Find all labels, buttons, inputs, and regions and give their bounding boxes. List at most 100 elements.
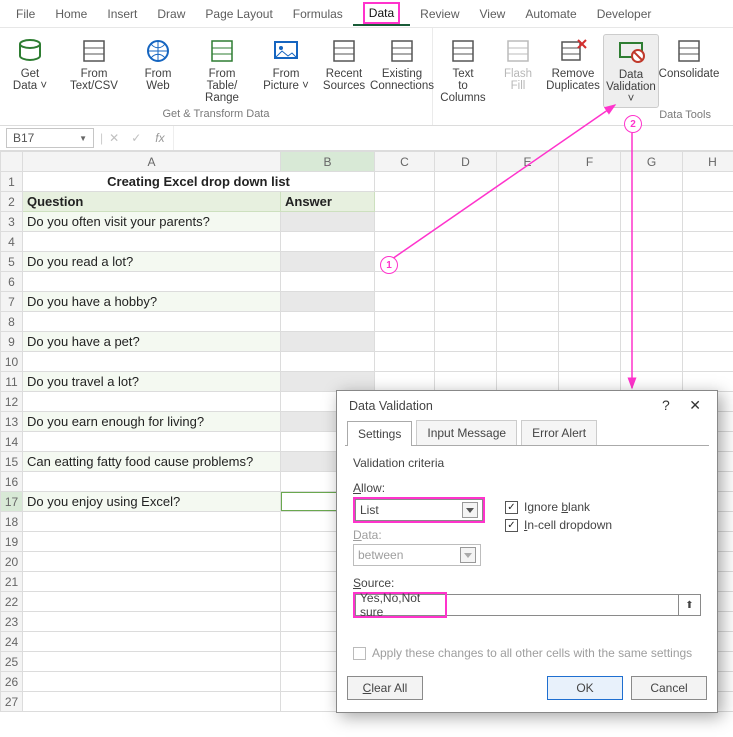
- cell[interactable]: [435, 312, 497, 332]
- name-box[interactable]: B17 ▼: [6, 128, 94, 148]
- row-header[interactable]: 23: [1, 612, 23, 632]
- cell[interactable]: [23, 672, 281, 692]
- cell[interactable]: [621, 372, 683, 392]
- col-header[interactable]: F: [559, 152, 621, 172]
- cell[interactable]: [683, 272, 733, 292]
- dialog-titlebar[interactable]: Data Validation ? ✕: [337, 391, 717, 420]
- row-header[interactable]: 17: [1, 492, 23, 512]
- help-icon[interactable]: ?: [654, 397, 678, 413]
- cell[interactable]: [281, 212, 375, 232]
- cell[interactable]: [23, 352, 281, 372]
- cell[interactable]: [23, 312, 281, 332]
- allow-combo[interactable]: List: [355, 499, 483, 521]
- tab-review[interactable]: Review: [410, 3, 469, 25]
- clear-all-button[interactable]: Clear All: [347, 676, 423, 700]
- cell[interactable]: Do you travel a lot?: [23, 372, 281, 392]
- row-header[interactable]: 2: [1, 192, 23, 212]
- col-header[interactable]: A: [23, 152, 281, 172]
- cell[interactable]: [559, 232, 621, 252]
- ribbon-consolidate[interactable]: Consolidate: [661, 34, 717, 82]
- cell[interactable]: [375, 212, 435, 232]
- cell[interactable]: [281, 372, 375, 392]
- row-header[interactable]: 25: [1, 652, 23, 672]
- cell[interactable]: [621, 212, 683, 232]
- cell[interactable]: [497, 332, 559, 352]
- source-input[interactable]: [447, 594, 679, 616]
- row-header[interactable]: 24: [1, 632, 23, 652]
- cell[interactable]: [281, 312, 375, 332]
- confirm-edit-icon[interactable]: ✓: [125, 131, 147, 145]
- cell[interactable]: [435, 292, 497, 312]
- col-header[interactable]: D: [435, 152, 497, 172]
- cancel-button[interactable]: Cancel: [631, 676, 707, 700]
- cell[interactable]: [559, 312, 621, 332]
- cell[interactable]: [375, 232, 435, 252]
- row-header[interactable]: 1: [1, 172, 23, 192]
- row-header[interactable]: 22: [1, 592, 23, 612]
- ribbon-from-web[interactable]: FromWeb: [130, 34, 186, 94]
- cell[interactable]: [23, 652, 281, 672]
- dialog-tab-settings[interactable]: Settings: [347, 421, 412, 446]
- cell[interactable]: [23, 432, 281, 452]
- col-header[interactable]: E: [497, 152, 559, 172]
- cell[interactable]: [497, 372, 559, 392]
- row-header[interactable]: 14: [1, 432, 23, 452]
- ribbon-text-to-columns[interactable]: Textto Columns: [435, 34, 491, 106]
- tab-formulas[interactable]: Formulas: [283, 3, 353, 25]
- row-header[interactable]: 18: [1, 512, 23, 532]
- incell-dropdown-checkbox[interactable]: ✓In-cell dropdown: [505, 518, 612, 532]
- cell[interactable]: [683, 312, 733, 332]
- cell[interactable]: [497, 352, 559, 372]
- tab-data[interactable]: Data: [353, 2, 410, 26]
- ribbon-get-data-[interactable]: GetData ˅: [2, 34, 58, 94]
- row-header[interactable]: 20: [1, 552, 23, 572]
- row-header[interactable]: 9: [1, 332, 23, 352]
- cell[interactable]: [23, 512, 281, 532]
- cell[interactable]: Do you enjoy using Excel?: [23, 492, 281, 512]
- cell[interactable]: [23, 612, 281, 632]
- cell[interactable]: [435, 232, 497, 252]
- cell[interactable]: [435, 212, 497, 232]
- cell[interactable]: [621, 252, 683, 272]
- cell[interactable]: [497, 252, 559, 272]
- cell[interactable]: [683, 252, 733, 272]
- cell[interactable]: [375, 332, 435, 352]
- row-header[interactable]: 3: [1, 212, 23, 232]
- cell[interactable]: [23, 552, 281, 572]
- cell[interactable]: [23, 592, 281, 612]
- cell[interactable]: [497, 272, 559, 292]
- cell[interactable]: [281, 332, 375, 352]
- cell[interactable]: [559, 212, 621, 232]
- cell[interactable]: [281, 232, 375, 252]
- close-icon[interactable]: ✕: [681, 397, 709, 413]
- cell[interactable]: [375, 312, 435, 332]
- col-header[interactable]: B: [281, 152, 375, 172]
- ribbon-from-text-csv[interactable]: FromText/CSV: [60, 34, 128, 94]
- range-picker-icon[interactable]: [679, 594, 701, 616]
- row-header[interactable]: 6: [1, 272, 23, 292]
- cell[interactable]: [375, 292, 435, 312]
- cell[interactable]: [435, 352, 497, 372]
- cell[interactable]: [497, 292, 559, 312]
- tab-draw[interactable]: Draw: [147, 3, 195, 25]
- row-header[interactable]: 26: [1, 672, 23, 692]
- ribbon-existing-connections[interactable]: ExistingConnections: [374, 34, 430, 94]
- formula-input[interactable]: [173, 126, 733, 150]
- cell[interactable]: [375, 272, 435, 292]
- dialog-tab-error-alert[interactable]: Error Alert: [521, 420, 597, 445]
- cell[interactable]: [23, 392, 281, 412]
- tab-automate[interactable]: Automate: [515, 3, 586, 25]
- cell[interactable]: [559, 272, 621, 292]
- row-header[interactable]: 16: [1, 472, 23, 492]
- tab-file[interactable]: File: [6, 3, 45, 25]
- cell[interactable]: [683, 372, 733, 392]
- cell[interactable]: Do you have a hobby?: [23, 292, 281, 312]
- tab-developer[interactable]: Developer: [587, 3, 662, 25]
- dialog-tab-input-message[interactable]: Input Message: [416, 420, 517, 445]
- source-input-hl[interactable]: Yes,No,Not sure: [355, 594, 445, 616]
- cell[interactable]: [683, 332, 733, 352]
- cell[interactable]: [281, 272, 375, 292]
- tab-home[interactable]: Home: [45, 3, 97, 25]
- cell[interactable]: [23, 472, 281, 492]
- fx-icon[interactable]: fx: [147, 131, 172, 145]
